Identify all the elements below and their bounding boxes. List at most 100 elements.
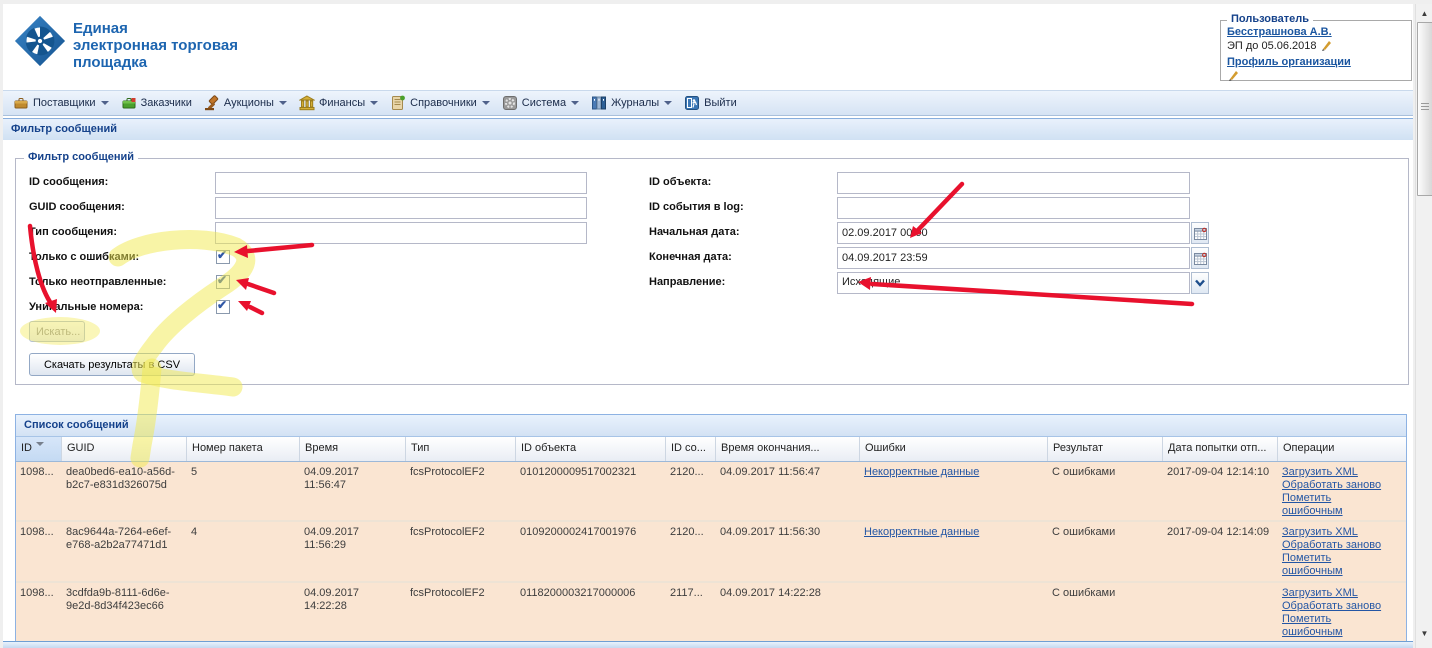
mark-erroneous-link[interactable]: Пометить ошибочным	[1282, 552, 1370, 578]
menu-item-label: Выйти	[704, 97, 737, 109]
cell-time: 04.09.2017 11:56:29	[304, 526, 360, 551]
load-xml-link[interactable]: Загрузить XML	[1282, 587, 1401, 600]
column-header-errors[interactable]: Ошибки	[860, 437, 1048, 461]
scrollbar-thumb[interactable]	[1417, 22, 1432, 196]
table-row: 1098... dea0bed6-ea10-a56d-b2c7-e831d326…	[16, 462, 1406, 522]
menu-item-system[interactable]: Система	[499, 95, 588, 111]
cell-errors: Некорректные данные	[860, 462, 1048, 520]
end-date-calendar-button[interactable]	[1191, 247, 1209, 269]
chevron-down-icon	[481, 101, 490, 109]
end-date-input[interactable]	[837, 247, 1190, 269]
menu-item-customers[interactable]: Заказчики	[118, 95, 201, 111]
cell-packet: 5	[191, 466, 198, 478]
table-row: 1098... 8ac9644a-7264-e6ef-e768-a2b2a774…	[16, 522, 1406, 583]
grid-title: Список сообщений	[16, 415, 1406, 437]
content-area: Единая электронная торговая площадка Пол…	[3, 4, 1413, 648]
vertical-scrollbar[interactable]: ▲ ▼	[1415, 4, 1432, 648]
cell-result: С ошибками	[1052, 587, 1116, 599]
message-type-input[interactable]	[215, 222, 587, 244]
menu-item-suppliers[interactable]: Поставщики	[10, 95, 118, 111]
column-header-guid[interactable]: GUID	[62, 437, 187, 461]
download-csv-button[interactable]: Скачать результаты в CSV	[29, 353, 195, 376]
system-gear-icon	[502, 95, 518, 111]
column-header-id[interactable]: ID	[16, 437, 62, 461]
error-details-link[interactable]: Некорректные данные	[864, 526, 979, 538]
direction-label: Направление:	[649, 276, 726, 288]
book-icon	[390, 95, 406, 111]
column-header-type[interactable]: Тип	[406, 437, 516, 461]
load-xml-link[interactable]: Загрузить XML	[1282, 466, 1401, 479]
error-details-link[interactable]: Некорректные данные	[864, 466, 979, 478]
chevron-down-icon	[370, 101, 379, 109]
reprocess-link[interactable]: Обработать заново	[1282, 479, 1401, 492]
user-panel: Пользователь Бесстрашнова А.В. ЭП до 05.…	[1220, 13, 1412, 81]
search-button[interactable]: Искать...	[29, 321, 85, 342]
load-xml-link[interactable]: Загрузить XML	[1282, 526, 1401, 539]
bank-icon	[298, 95, 315, 111]
column-header-attempt-date[interactable]: Дата попытки отп...	[1163, 437, 1278, 461]
menu-item-journals[interactable]: Журналы	[588, 95, 681, 111]
object-id-input[interactable]	[837, 172, 1190, 194]
message-id-input[interactable]	[215, 172, 587, 194]
menu-item-auctions[interactable]: Аукционы	[201, 95, 296, 111]
table-row: 1098... 3cdfda9b-8111-6d6e-9e2d-8d34f423…	[16, 583, 1406, 644]
cell-end-time: 04.09.2017 11:56:30	[720, 526, 821, 538]
errors-only-label: Только с ошибками:	[29, 251, 140, 263]
cell-attempt-date	[1163, 583, 1278, 642]
cell-operations: Загрузить XML Обработать заново Пометить…	[1278, 462, 1405, 520]
unsent-only-checkbox[interactable]	[216, 273, 230, 289]
chevron-down-icon	[100, 101, 109, 109]
errors-only-checkbox[interactable]	[216, 248, 230, 264]
cell-object-id: 0109200002417001976	[520, 526, 637, 538]
log-event-id-input[interactable]	[837, 197, 1190, 219]
brand-title: Единая электронная торговая площадка	[73, 20, 238, 71]
cell-packet	[187, 583, 300, 642]
column-header-object-id[interactable]: ID объекта	[516, 437, 666, 461]
menu-item-directories[interactable]: Справочники	[387, 95, 499, 111]
chevron-down-icon	[278, 101, 287, 109]
column-header-time[interactable]: Время	[300, 437, 406, 461]
journals-books-icon	[591, 95, 607, 111]
unique-numbers-checkbox[interactable]	[216, 298, 230, 314]
reprocess-link[interactable]: Обработать заново	[1282, 539, 1401, 552]
cell-event-id: 2120...	[670, 526, 704, 538]
pencil-icon[interactable]	[1320, 39, 1332, 55]
main-menu-bar: Поставщики Заказчики Аукционы Финансы Сп…	[3, 90, 1413, 116]
start-date-calendar-button[interactable]	[1191, 222, 1209, 244]
cell-object-id: 0118200003217000006	[520, 587, 636, 599]
reprocess-link[interactable]: Обработать заново	[1282, 600, 1401, 613]
org-profile-link[interactable]: Профиль организации	[1227, 55, 1351, 69]
unsent-only-label: Только неотправленные:	[29, 276, 167, 288]
scroll-up-button[interactable]: ▲	[1416, 6, 1432, 22]
cell-packet: 4	[191, 526, 198, 538]
menu-item-label: Аукционы	[223, 97, 274, 109]
mark-erroneous-link[interactable]: Пометить ошибочным	[1282, 492, 1370, 518]
menu-item-logout[interactable]: Выйти	[681, 95, 746, 111]
cell-guid: 3cdfda9b-8111-6d6e-9e2d-8d34f423ec66	[66, 587, 170, 612]
message-guid-input[interactable]	[215, 197, 587, 219]
column-header-event-id[interactable]: ID со...	[666, 437, 716, 461]
unique-numbers-label: Уникальные номера:	[29, 301, 144, 313]
cell-type: fcsProtocolEF2	[410, 587, 485, 599]
menu-item-label: Журналы	[611, 97, 660, 109]
user-name-link[interactable]: Бесстрашнова А.В.	[1227, 25, 1332, 39]
column-header-packet[interactable]: Номер пакета	[187, 437, 300, 461]
column-header-operations[interactable]: Операции	[1278, 437, 1405, 461]
column-header-result[interactable]: Результат	[1048, 437, 1163, 461]
page-title: Фильтр сообщений	[3, 118, 1413, 140]
cell-object-id: 0101200009517002321	[520, 466, 637, 478]
cell-end-time: 04.09.2017 11:56:47	[720, 466, 821, 478]
cell-result: С ошибками	[1052, 526, 1116, 538]
calendar-icon	[1193, 252, 1207, 265]
menu-item-finance[interactable]: Финансы	[296, 95, 387, 111]
cert-info: ЭП до 05.06.2018	[1227, 40, 1317, 52]
sort-desc-icon	[36, 442, 44, 450]
direction-dropdown-button[interactable]	[1191, 272, 1209, 294]
direction-select[interactable]: Исходящие	[837, 272, 1190, 294]
mark-erroneous-link[interactable]: Пометить ошибочным	[1282, 613, 1370, 639]
column-header-end-time[interactable]: Время окончания...	[716, 437, 860, 461]
scroll-down-button[interactable]: ▼	[1416, 626, 1432, 642]
start-date-input[interactable]	[837, 222, 1190, 244]
message-id-label: ID сообщения:	[29, 176, 109, 188]
pencil-icon[interactable]	[1227, 69, 1239, 85]
